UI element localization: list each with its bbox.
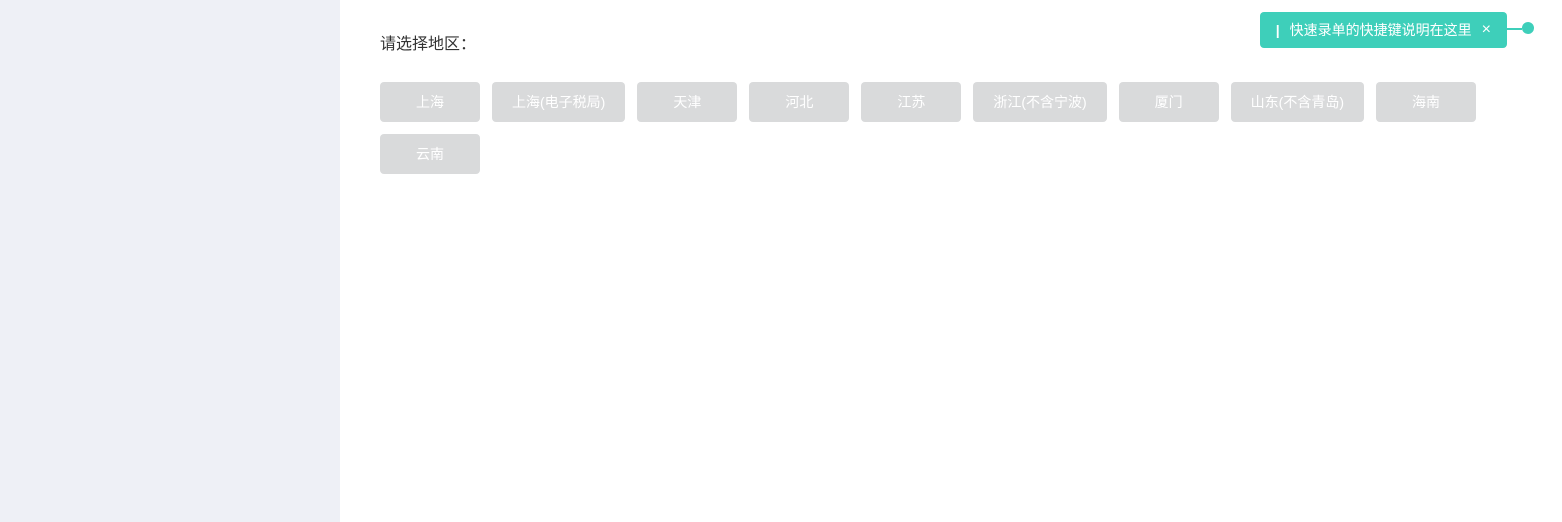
region-button-hainan[interactable]: 海南 — [1376, 82, 1476, 122]
region-button-xiamen[interactable]: 厦门 — [1119, 82, 1219, 122]
tooltip-bar: 快速录单的快捷键说明在这里 × — [1260, 12, 1507, 48]
region-button-shanghai-etax[interactable]: 上海(电子税局) — [492, 82, 625, 122]
region-button-shandong[interactable]: 山东(不含青岛) — [1231, 82, 1364, 122]
region-button-yunnan[interactable]: 云南 — [380, 134, 480, 174]
region-button-hebei[interactable]: 河北 — [749, 82, 849, 122]
tooltip-connector-line — [1504, 28, 1522, 30]
region-button-tianjin[interactable]: 天津 — [637, 82, 737, 122]
region-button-zhejiang[interactable]: 浙江(不含宁波) — [973, 82, 1106, 122]
region-buttons-container: 上海上海(电子税局) 天津河北江苏浙江(不含宁波) 厦门山东(不含青岛) 海南云南 — [380, 82, 1522, 174]
tooltip-indicator-dot — [1522, 22, 1534, 34]
tooltip-text: 快速录单的快捷键说明在这里 — [1290, 20, 1472, 40]
left-sidebar — [0, 0, 340, 522]
tooltip-close-button[interactable]: × — [1482, 22, 1491, 38]
region-button-jiangsu[interactable]: 江苏 — [861, 82, 961, 122]
region-button-shanghai[interactable]: 上海 — [380, 82, 480, 122]
main-content: 请选择地区： 上海上海(电子税局)天津河北江苏浙江(不含宁波)厦门山东(不含青岛… — [340, 0, 1562, 522]
